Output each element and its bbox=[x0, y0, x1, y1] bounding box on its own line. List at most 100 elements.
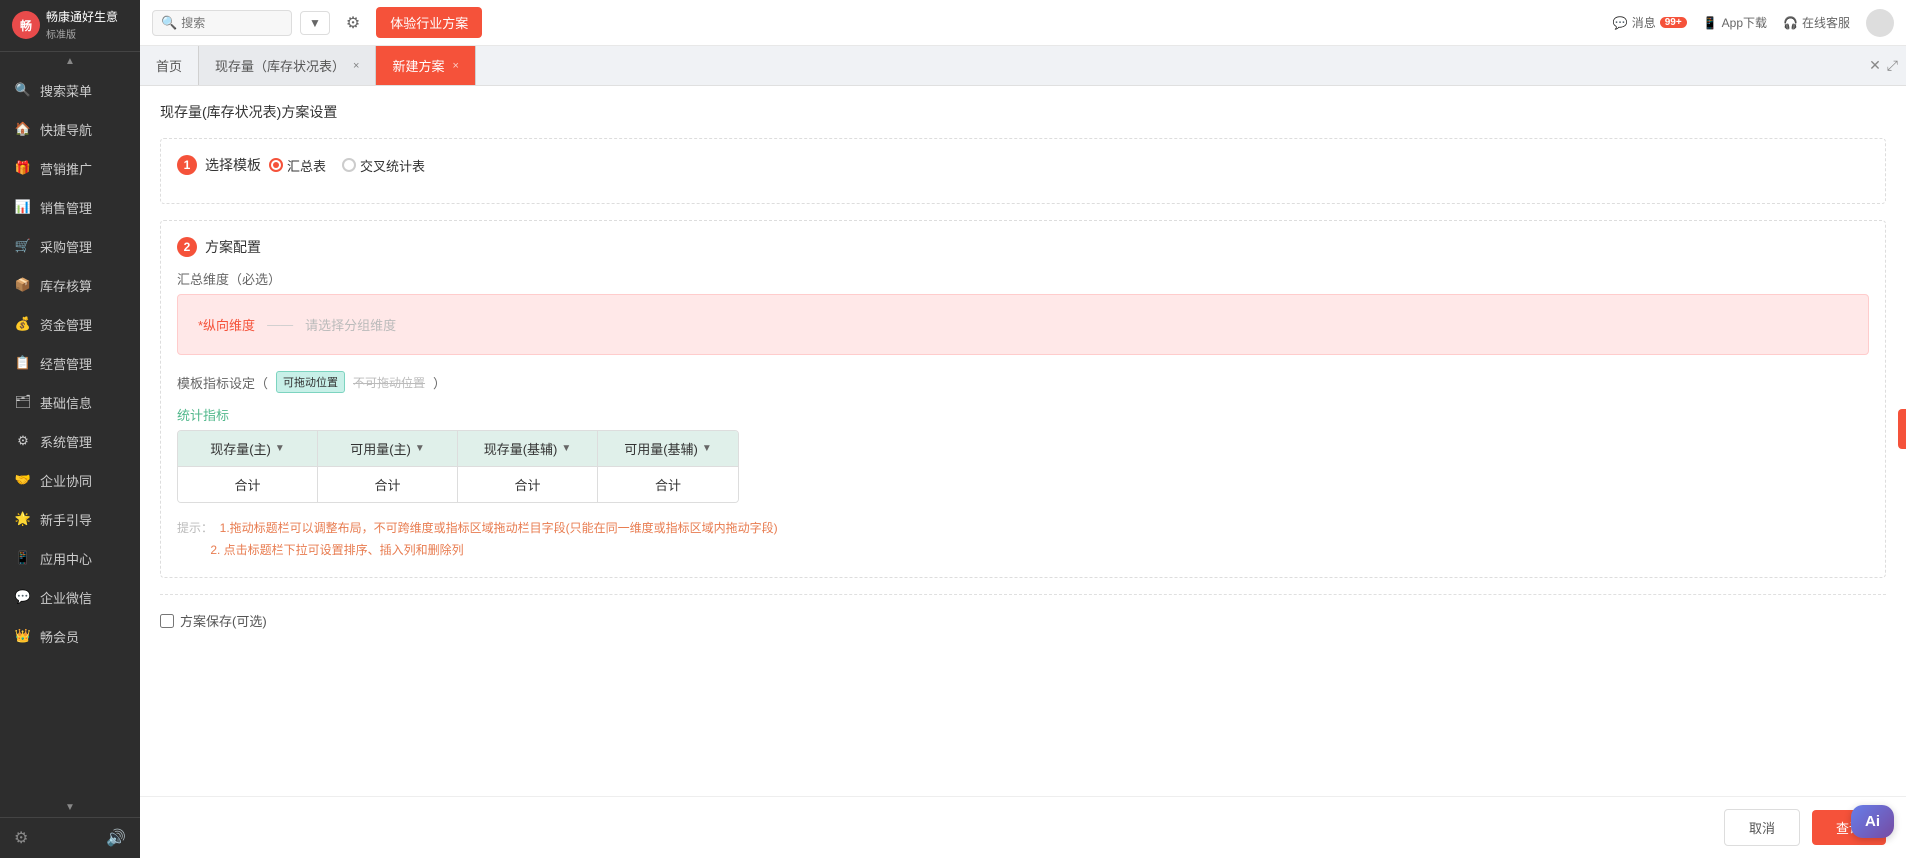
stats-table: 现存量(主) ▼ 合计 可用量(主) ▼ bbox=[177, 430, 739, 503]
settings-bottom-icon[interactable]: ⚙ bbox=[14, 828, 28, 848]
radio-cross-table[interactable]: 交叉统计表 bbox=[342, 156, 425, 175]
step1-header: 1 选择模板 汇总表 交叉统计表 bbox=[177, 155, 1869, 175]
sidebar-item-collaboration[interactable]: 🤝 企业协同 bbox=[0, 461, 140, 500]
page-content: 现存量(库存状况表)方案设置 1 选择模板 汇总表 交叉统计表 bbox=[140, 86, 1906, 796]
summary-dim-label: 汇总维度（必选） bbox=[177, 269, 1869, 288]
topbar-gear-icon[interactable]: ⚙ bbox=[338, 9, 368, 37]
save-option: 方案保存(可选) bbox=[160, 611, 1886, 630]
topbar-search-box[interactable]: 🔍 bbox=[152, 10, 292, 36]
sidebar-item-label: 基础信息 bbox=[40, 393, 92, 412]
stats-col-header-1[interactable]: 可用量(主) ▼ bbox=[318, 431, 457, 467]
required-placeholder: 请选择分组维度 bbox=[305, 315, 396, 334]
required-area[interactable]: *纵向维度 —— 请选择分组维度 bbox=[177, 294, 1869, 355]
phone-icon: 📱 bbox=[14, 549, 32, 567]
phone-download-icon: 📱 bbox=[1703, 16, 1718, 30]
wechat-icon: 💬 bbox=[14, 588, 32, 606]
online-service-item[interactable]: 🎧 在线客服 bbox=[1783, 14, 1850, 31]
logo-text: 畅康通好生意 bbox=[46, 10, 118, 26]
tab-close-inventory[interactable]: × bbox=[353, 60, 359, 72]
stats-col-1: 可用量(主) ▼ 合计 bbox=[318, 431, 458, 502]
tab-inventory-status[interactable]: 现存量（库存状况表） × bbox=[199, 46, 376, 85]
bottom-actions: 取消 查询 bbox=[140, 796, 1906, 858]
required-row: *纵向维度 —— 请选择分组维度 bbox=[198, 315, 1848, 334]
main-area: 🔍 ▼ ⚙ 体验行业方案 💬 消息 99+ 📱 App下载 🎧 在线客服 bbox=[140, 0, 1906, 858]
app-download-item[interactable]: 📱 App下载 bbox=[1703, 14, 1767, 31]
gear-icon: ⚙ bbox=[14, 432, 32, 450]
expand-window-icon[interactable]: ⤢ bbox=[1887, 57, 1898, 74]
headset-icon: 🎧 bbox=[1783, 16, 1798, 30]
sidebar-logo: 畅 畅康通好生意 标准版 bbox=[0, 0, 140, 52]
search-input[interactable] bbox=[181, 16, 261, 30]
draggable-tag: 可拖动位置 bbox=[276, 371, 345, 393]
sidebar-item-search[interactable]: 🔍 搜索菜单 bbox=[0, 71, 140, 110]
sidebar-item-quicknav[interactable]: 🏠 快捷导航 bbox=[0, 110, 140, 149]
sidebar-item-operations[interactable]: 📋 经营管理 bbox=[0, 344, 140, 383]
sidebar: 畅 畅康通好生意 标准版 ▲ 🔍 搜索菜单 🏠 快捷导航 🎁 营销推广 📊 销售… bbox=[0, 0, 140, 858]
chevron-down-icon-0: ▼ bbox=[275, 443, 285, 454]
tip-2: 2. 点击标题栏下拉可设置排序、插入列和删除列 bbox=[177, 540, 1869, 562]
clipboard-icon: 📋 bbox=[14, 354, 32, 372]
cancel-button[interactable]: 取消 bbox=[1724, 809, 1800, 846]
folder-icon: 🗂 bbox=[14, 393, 32, 411]
stats-table-header: 现存量(主) ▼ 合计 可用量(主) ▼ bbox=[178, 431, 738, 502]
chevron-down-icon-2: ▼ bbox=[561, 443, 571, 454]
messages-item[interactable]: 💬 消息 99+ bbox=[1613, 14, 1687, 31]
tab-new-plan[interactable]: 新建方案 × bbox=[376, 46, 475, 85]
sidebar-item-inventory[interactable]: 📦 库存核算 bbox=[0, 266, 140, 305]
sidebar-item-member[interactable]: 👑 畅会员 bbox=[0, 617, 140, 656]
star-icon: 🌟 bbox=[14, 510, 32, 528]
sidebar-item-label: 畅会员 bbox=[40, 627, 79, 646]
right-scroll-hint[interactable] bbox=[1898, 409, 1906, 449]
sidebar-item-newbie[interactable]: 🌟 新手引导 bbox=[0, 500, 140, 539]
radio-circle-cross bbox=[342, 158, 356, 172]
money-icon: 💰 bbox=[14, 315, 32, 333]
step2-section: 2 方案配置 汇总维度（必选） *纵向维度 —— 请选择分组维度 模板指标设定（ bbox=[160, 220, 1886, 578]
save-checkbox[interactable] bbox=[160, 614, 174, 628]
stats-col-3: 可用量(基辅) ▼ 合计 bbox=[598, 431, 738, 502]
message-badge: 99+ bbox=[1660, 17, 1687, 28]
stats-col-header-2[interactable]: 现存量(基辅) ▼ bbox=[458, 431, 597, 467]
stats-section-label: 统计指标 bbox=[177, 405, 1869, 424]
stats-col-body-2: 合计 bbox=[458, 467, 597, 502]
trial-button[interactable]: 体验行业方案 bbox=[376, 7, 482, 38]
sidebar-item-marketing[interactable]: 🎁 营销推广 bbox=[0, 149, 140, 188]
radio-summary-table[interactable]: 汇总表 bbox=[269, 156, 326, 175]
chevron-down-icon-1: ▼ bbox=[415, 443, 425, 454]
indicator-settings: 模板指标设定（ 可拖动位置 不可拖动位置 ） bbox=[177, 371, 1869, 393]
close-window-icon[interactable]: ✕ bbox=[1869, 57, 1881, 74]
sidebar-scroll-down[interactable]: ▼ bbox=[0, 798, 140, 817]
avatar[interactable] bbox=[1866, 9, 1894, 37]
step1-number: 1 bbox=[177, 155, 197, 175]
chevron-down-icon-3: ▼ bbox=[702, 443, 712, 454]
stats-col-0: 现存量(主) ▼ 合计 bbox=[178, 431, 318, 502]
stats-col-body-0: 合计 bbox=[178, 467, 317, 502]
sidebar-scroll-up[interactable]: ▲ bbox=[0, 52, 140, 71]
ai-button[interactable]: Ai bbox=[1851, 805, 1894, 838]
sidebar-item-label: 搜索菜单 bbox=[40, 81, 92, 100]
sidebar-item-system[interactable]: ⚙ 系统管理 bbox=[0, 422, 140, 461]
page-title: 现存量(库存状况表)方案设置 bbox=[160, 102, 1886, 122]
stats-col-header-0[interactable]: 现存量(主) ▼ bbox=[178, 431, 317, 467]
tab-home[interactable]: 首页 bbox=[140, 46, 199, 85]
stats-col-2: 现存量(基辅) ▼ 合计 bbox=[458, 431, 598, 502]
step2-title: 方案配置 bbox=[205, 237, 261, 257]
indicator-label: 模板指标设定（ 可拖动位置 不可拖动位置 ） bbox=[177, 371, 1869, 393]
volume-icon[interactable]: 🔊 bbox=[106, 828, 126, 848]
handshake-icon: 🤝 bbox=[14, 471, 32, 489]
tab-close-new-plan[interactable]: × bbox=[452, 60, 458, 72]
step1-section: 1 选择模板 汇总表 交叉统计表 bbox=[160, 138, 1886, 204]
sidebar-item-label: 资金管理 bbox=[40, 315, 92, 334]
gift-icon: 🎁 bbox=[14, 159, 32, 177]
sidebar-item-label: 企业协同 bbox=[40, 471, 92, 490]
sidebar-item-purchase[interactable]: 🛒 采购管理 bbox=[0, 227, 140, 266]
step1-title: 选择模板 bbox=[205, 155, 261, 175]
sidebar-item-appstore[interactable]: 📱 应用中心 bbox=[0, 539, 140, 578]
sidebar-item-finance[interactable]: 💰 资金管理 bbox=[0, 305, 140, 344]
sidebar-item-basic-info[interactable]: 🗂 基础信息 bbox=[0, 383, 140, 422]
message-icon: 💬 bbox=[1613, 16, 1628, 30]
sidebar-item-wechat[interactable]: 💬 企业微信 bbox=[0, 578, 140, 617]
dropdown-button[interactable]: ▼ bbox=[300, 11, 330, 35]
sidebar-item-label: 系统管理 bbox=[40, 432, 92, 451]
sidebar-item-sales[interactable]: 📊 销售管理 bbox=[0, 188, 140, 227]
stats-col-header-3[interactable]: 可用量(基辅) ▼ bbox=[598, 431, 738, 467]
